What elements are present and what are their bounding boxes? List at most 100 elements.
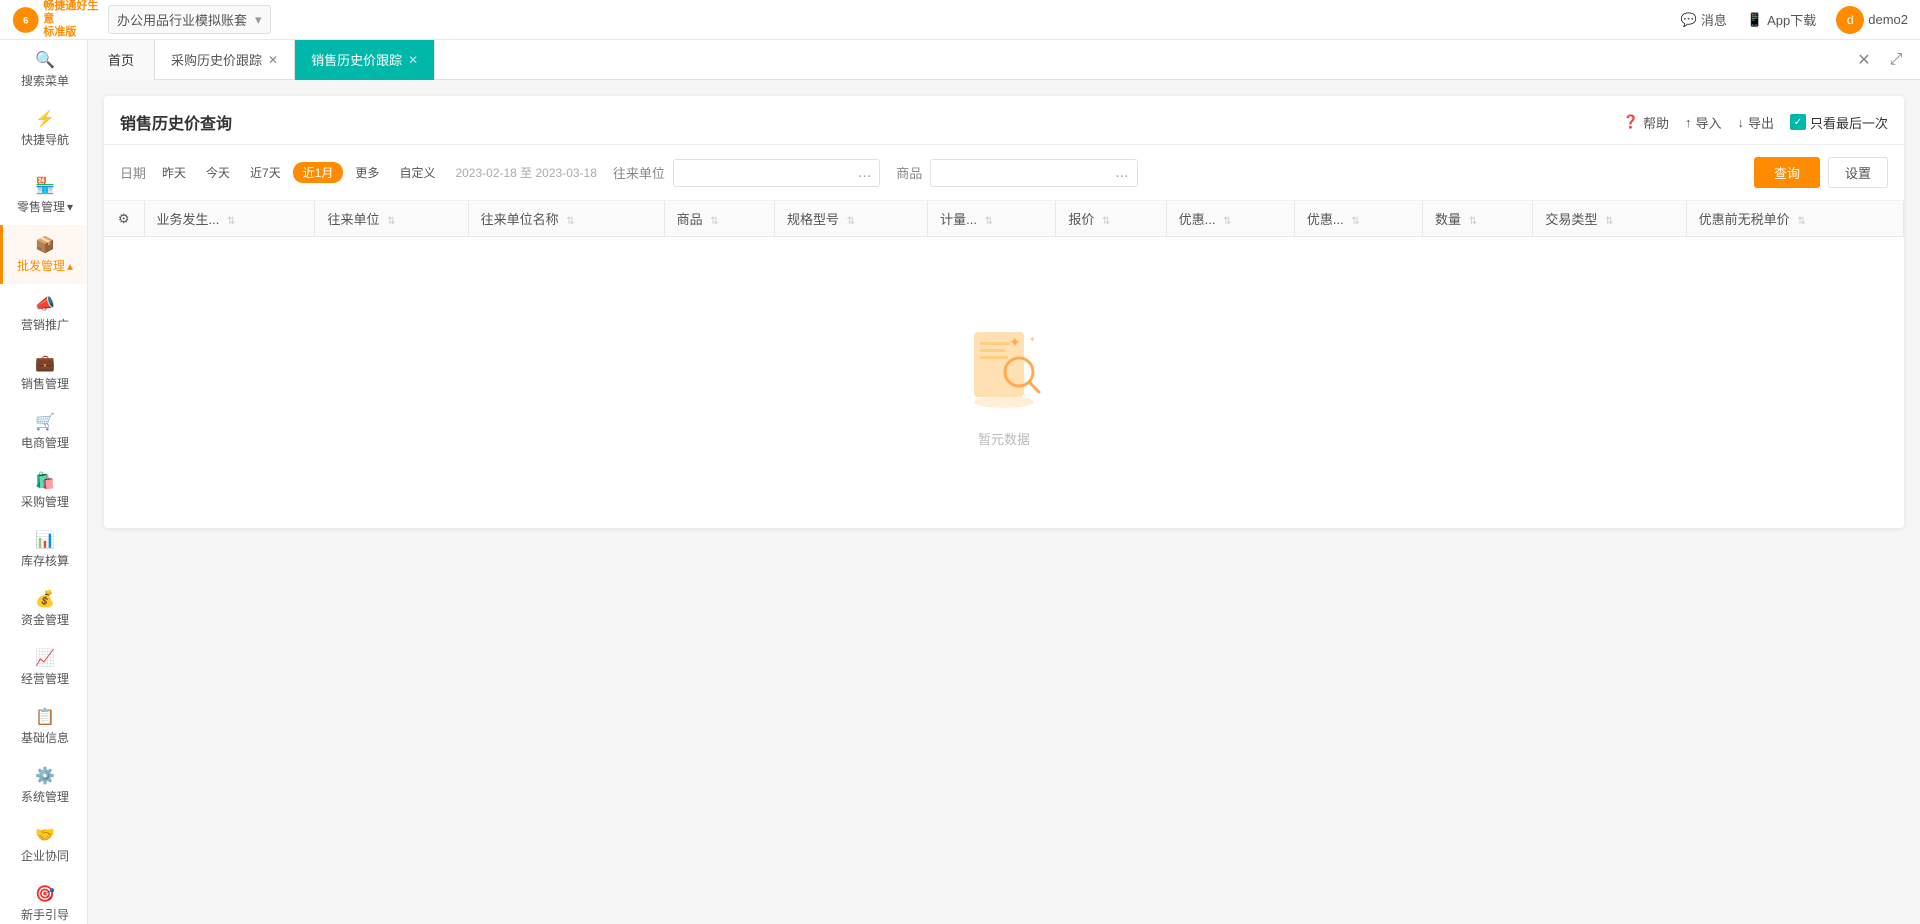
sidebar-item-purchase-mgmt[interactable]: 🛍️ 采购管理 xyxy=(0,461,87,520)
sidebar-item-sales-mgmt[interactable]: 💼 销售管理 xyxy=(0,343,87,402)
sort-icon-7: ⇅ xyxy=(1102,216,1110,227)
finance-icon: 💰 xyxy=(35,589,55,609)
table-th-trade-type[interactable]: 交易类型 ⇅ xyxy=(1533,201,1686,237)
user-menu[interactable]: d demo2 xyxy=(1836,6,1908,34)
data-table: ⚙ 业务发生... ⇅ 往来单位 ⇅ 往来单位名称 xyxy=(104,201,1904,237)
partner-filter-group: 往来单位 ... xyxy=(613,159,880,187)
message-icon: 💬 xyxy=(1681,12,1697,28)
sidebar-item-business-mgmt[interactable]: 📈 经营管理 xyxy=(0,638,87,697)
empty-illustration: ✦ ✦ xyxy=(954,317,1054,417)
download-icon: 📱 xyxy=(1747,12,1763,28)
date-options: 昨天 今天 近7天 近1月 更多 自定义 xyxy=(154,162,443,183)
sort-icon-4: ⇅ xyxy=(710,216,718,227)
settings-button[interactable]: 设置 xyxy=(1828,157,1888,188)
sidebar-item-quick-nav[interactable]: ⚡ 快捷导航 xyxy=(0,99,87,158)
sidebar: 🔍 搜索菜单 ⚡ 快捷导航 🏪 零售管理 ▾ 📦 批发管理 ▴ 📣 营销推广 xyxy=(0,40,88,924)
date-range-text: 2023-02-18 至 2023-03-18 xyxy=(455,164,596,181)
import-btn[interactable]: ↑ 导入 xyxy=(1685,113,1722,132)
table-th-quote[interactable]: 报价 ⇅ xyxy=(1056,201,1166,237)
goods-input[interactable] xyxy=(939,165,1115,180)
date-option-today[interactable]: 今天 xyxy=(198,162,238,183)
app-selector-label: 办公用品行业模拟账套 xyxy=(117,10,247,29)
table-th-discount2[interactable]: 优惠... ⇅ xyxy=(1294,201,1422,237)
wholesale-icon: 📦 xyxy=(35,235,55,255)
date-option-yesterday[interactable]: 昨天 xyxy=(154,162,194,183)
svg-text:6: 6 xyxy=(23,14,28,25)
sidebar-item-search-menu[interactable]: 🔍 搜索菜单 xyxy=(0,40,87,99)
stock-icon: 📊 xyxy=(35,530,55,550)
table-th-partner-name[interactable]: 往来单位名称 ⇅ xyxy=(468,201,664,237)
avatar: d xyxy=(1836,6,1864,34)
table-wrapper: ⚙ 业务发生... ⇅ 往来单位 ⇅ 往来单位名称 xyxy=(104,201,1904,237)
sidebar-item-new-guide[interactable]: 🎯 新手引导 xyxy=(0,874,87,924)
logo-area: 6 畅捷通好生意 标准版 xyxy=(12,0,100,39)
sort-icon: ⇅ xyxy=(227,216,235,227)
date-filter-group: 日期 昨天 今天 近7天 近1月 更多 自定义 2023-02-18 至 202… xyxy=(120,162,597,183)
sort-icon-12: ⇅ xyxy=(1797,216,1805,227)
sidebar-item-ecom-mgmt[interactable]: 🛒 电商管理 xyxy=(0,402,87,461)
tab-close-sales[interactable]: ✕ xyxy=(408,53,418,67)
export-btn[interactable]: ↓ 导出 xyxy=(1737,113,1774,132)
table-th-discount1[interactable]: 优惠... ⇅ xyxy=(1166,201,1294,237)
top-bar: 6 畅捷通好生意 标准版 办公用品行业模拟账套 ▾ 💬 消息 📱 App下载 d… xyxy=(0,0,1920,40)
sidebar-item-basic-info[interactable]: 📋 基础信息 xyxy=(0,697,87,756)
partner-input-wrapper: ... xyxy=(673,159,880,187)
tab-purchase-history[interactable]: 采购历史价跟踪 ✕ xyxy=(155,40,295,80)
only-last-checkbox[interactable]: ✓ 只看最后一次 xyxy=(1790,113,1888,132)
date-option-more[interactable]: 更多 xyxy=(347,162,387,183)
import-icon: ↑ xyxy=(1685,115,1692,130)
message-btn[interactable]: 💬 消息 xyxy=(1681,10,1727,29)
date-label: 日期 xyxy=(120,163,146,182)
table-th-pre-tax-price[interactable]: 优惠前无税单价 ⇅ xyxy=(1686,201,1903,237)
table-th-qty[interactable]: 数量 ⇅ xyxy=(1423,201,1533,237)
goods-input-wrapper: ... xyxy=(930,159,1137,187)
sort-icon-6: ⇅ xyxy=(985,216,993,227)
sort-icon-5: ⇅ xyxy=(847,216,855,227)
table-th-spec[interactable]: 规格型号 ⇅ xyxy=(774,201,927,237)
sidebar-item-system-mgmt[interactable]: ⚙️ 系统管理 xyxy=(0,756,87,815)
sidebar-item-retail-mgmt[interactable]: 🏪 零售管理 ▾ xyxy=(0,166,87,225)
table-th-biz-date[interactable]: 业务发生... ⇅ xyxy=(144,201,315,237)
sort-icon-3: ⇅ xyxy=(566,216,574,227)
business-icon: 📈 xyxy=(35,648,55,668)
collab-icon: 🤝 xyxy=(35,825,55,845)
purchase-icon: 🛍️ xyxy=(35,471,55,491)
sidebar-item-finance-mgmt[interactable]: 💰 资金管理 xyxy=(0,579,87,638)
app-download-btn[interactable]: 📱 App下载 xyxy=(1747,10,1816,29)
page-header: 销售历史价查询 ❓ 帮助 ↑ 导入 ↓ 导出 xyxy=(104,96,1904,145)
sidebar-item-stock-check[interactable]: 📊 库存核算 xyxy=(0,520,87,579)
table-th-settings[interactable]: ⚙ xyxy=(104,201,144,237)
sidebar-item-wholesale-mgmt[interactable]: 📦 批发管理 ▴ xyxy=(0,225,87,284)
table-th-goods[interactable]: 商品 ⇅ xyxy=(664,201,774,237)
expand-icon: ▾ xyxy=(67,200,73,214)
page-card: 销售历史价查询 ❓ 帮助 ↑ 导入 ↓ 导出 xyxy=(104,96,1904,528)
search-button[interactable]: 查询 xyxy=(1754,157,1820,188)
date-option-7days[interactable]: 近7天 xyxy=(242,162,289,183)
partner-input[interactable] xyxy=(682,165,858,180)
goods-dots-btn[interactable]: ... xyxy=(1115,164,1128,182)
export-icon: ↓ xyxy=(1737,115,1744,130)
top-right-area: 💬 消息 📱 App下载 d demo2 xyxy=(1681,6,1908,34)
sort-icon-9: ⇅ xyxy=(1351,216,1359,227)
date-option-1month[interactable]: 近1月 xyxy=(293,162,344,183)
svg-text:✦: ✦ xyxy=(1029,335,1036,344)
help-btn[interactable]: ❓ 帮助 xyxy=(1623,113,1669,132)
goods-filter-group: 商品 ... xyxy=(896,159,1137,187)
partner-dots-btn[interactable]: ... xyxy=(858,164,871,182)
table-th-partner-code[interactable]: 往来单位 ⇅ xyxy=(315,201,468,237)
tab-close-all-btn[interactable]: ✕ xyxy=(1852,48,1876,72)
sort-icon-10: ⇅ xyxy=(1469,216,1477,227)
sidebar-item-enterprise-collab[interactable]: 🤝 企业协同 xyxy=(0,815,87,874)
tab-sales-history[interactable]: 销售历史价跟踪 ✕ xyxy=(295,40,435,80)
tab-home[interactable]: 首页 xyxy=(88,40,155,80)
table-header: ⚙ 业务发生... ⇅ 往来单位 ⇅ 往来单位名称 xyxy=(104,201,1904,237)
tab-fullscreen-btn[interactable]: ⤢ xyxy=(1884,48,1908,72)
tab-close-purchase[interactable]: ✕ xyxy=(268,53,278,67)
table-th-unit[interactable]: 计量... ⇅ xyxy=(928,201,1056,237)
logo-icon: 6 xyxy=(12,4,39,36)
search-icon: 🔍 xyxy=(35,50,55,70)
sidebar-item-marketing[interactable]: 📣 营销推广 xyxy=(0,284,87,343)
app-selector[interactable]: 办公用品行业模拟账套 ▾ xyxy=(108,5,271,34)
page-title: 销售历史价查询 xyxy=(120,110,232,134)
date-option-custom[interactable]: 自定义 xyxy=(391,162,443,183)
